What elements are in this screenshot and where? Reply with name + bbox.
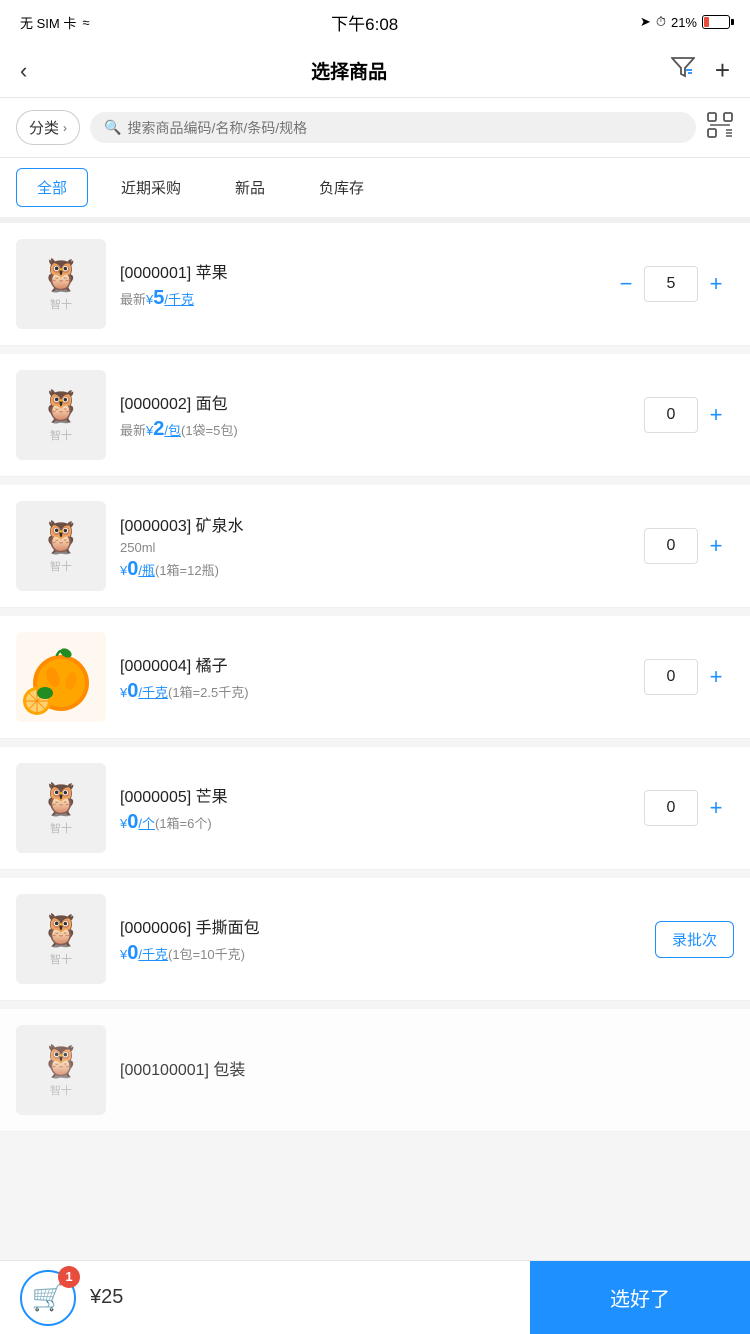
qty-decrease-button[interactable]: −: [608, 266, 644, 302]
owl-icon: 🦉: [41, 256, 81, 294]
product-image: 🦉 智十: [16, 1025, 106, 1115]
table-row: 🦉 智十 [0000006] 手撕面包 ¥ 0 /千克 (1包=10千克) 录批…: [0, 878, 750, 1001]
product-list: 🦉 智十 [0000001] 苹果 最新 ¥ 5 /千克 − + 🦉 智十: [0, 223, 750, 1132]
qty-control: − +: [608, 266, 734, 302]
product-price: ¥ 0 /千克 (1包=10千克): [120, 942, 641, 965]
qty-input[interactable]: [644, 397, 698, 433]
category-button[interactable]: 分类 ›: [16, 110, 80, 145]
tab-new[interactable]: 新品: [214, 168, 286, 207]
owl-icon: 🦉: [41, 1042, 81, 1080]
product-price: 最新 ¥ 2 /包 (1袋=5包): [120, 418, 630, 441]
qty-control: +: [644, 790, 734, 826]
status-bar: 无 SIM 卡 ≈ 下午6:08 ➤ ⏱ 21%: [0, 0, 750, 44]
qty-increase-button[interactable]: +: [698, 659, 734, 695]
qty-input[interactable]: [644, 266, 698, 302]
qty-control: +: [644, 659, 734, 695]
table-row: 🦉 智十 [000100001] 包装: [0, 1009, 750, 1132]
product-image: [16, 632, 106, 722]
qty-control: +: [644, 397, 734, 433]
chevron-right-icon: ›: [63, 121, 67, 135]
owl-icon: 🦉: [41, 911, 81, 949]
product-image: 🦉 智十: [16, 239, 106, 329]
product-image: 🦉 智十: [16, 501, 106, 591]
search-icon: 🔍: [104, 119, 121, 136]
product-image: 🦉 智十: [16, 763, 106, 853]
status-carrier: 无 SIM 卡 ≈: [20, 13, 89, 32]
product-name: [0000001] 苹果: [120, 259, 594, 283]
product-info: [000100001] 包装: [120, 1056, 734, 1084]
qty-increase-button[interactable]: +: [698, 397, 734, 433]
page-title: 选择商品: [311, 57, 387, 84]
product-name: [0000002] 面包: [120, 390, 630, 414]
location-icon: ➤: [640, 14, 651, 30]
product-image: 🦉 智十: [16, 370, 106, 460]
product-info: [0000002] 面包 最新 ¥ 2 /包 (1袋=5包): [120, 390, 630, 441]
search-area: 分类 › 🔍: [0, 98, 750, 158]
nav-actions: +: [671, 55, 730, 86]
qty-input[interactable]: [644, 659, 698, 695]
tabs-row: 全部 近期采购 新品 负库存: [0, 158, 750, 223]
add-button[interactable]: +: [715, 55, 730, 86]
cart-icon-wrap[interactable]: 🛒 1: [20, 1270, 76, 1326]
scan-icon[interactable]: [706, 111, 734, 145]
tab-negative[interactable]: 负库存: [298, 168, 385, 207]
tab-all[interactable]: 全部: [16, 168, 88, 207]
product-info: [0000003] 矿泉水 250ml ¥ 0 /瓶 (1箱=12瓶): [120, 512, 630, 581]
owl-icon: 🦉: [41, 780, 81, 818]
table-row: [0000004] 橘子 ¥ 0 /千克 (1箱=2.5千克) +: [0, 616, 750, 739]
search-input-wrap: 🔍: [90, 112, 696, 143]
table-row: 🦉 智十 [0000001] 苹果 最新 ¥ 5 /千克 − +: [0, 223, 750, 346]
product-price: ¥ 0 /瓶 (1箱=12瓶): [120, 558, 630, 581]
nav-bar: ‹ 选择商品 +: [0, 44, 750, 98]
product-spec: 250ml: [120, 540, 630, 555]
cart-icon: 🛒: [32, 1282, 64, 1313]
product-name: [0000004] 橘子: [120, 652, 630, 676]
battery-percent: 21%: [671, 15, 697, 30]
batch-button[interactable]: 录批次: [655, 921, 734, 958]
table-row: 🦉 智十 [0000002] 面包 最新 ¥ 2 /包 (1袋=5包) +: [0, 354, 750, 477]
product-price: 最新 ¥ 5 /千克: [120, 287, 594, 310]
qty-increase-button[interactable]: +: [698, 790, 734, 826]
qty-input[interactable]: [644, 790, 698, 826]
product-name: [000100001] 包装: [120, 1056, 734, 1080]
product-info: [0000004] 橘子 ¥ 0 /千克 (1箱=2.5千克): [120, 652, 630, 703]
product-info: [0000001] 苹果 最新 ¥ 5 /千克: [120, 259, 594, 310]
product-image: 🦉 智十: [16, 894, 106, 984]
confirm-button[interactable]: 选好了: [530, 1261, 750, 1334]
qty-input[interactable]: [644, 528, 698, 564]
owl-icon: 🦉: [41, 518, 81, 556]
qty-control: +: [644, 528, 734, 564]
search-input[interactable]: [127, 120, 682, 136]
battery-icon: [702, 15, 730, 29]
filter-icon[interactable]: [671, 57, 695, 85]
cart-section: 🛒 1 ¥25: [0, 1270, 530, 1326]
table-row: 🦉 智十 [0000005] 芒果 ¥ 0 /个 (1箱=6个) +: [0, 747, 750, 870]
owl-icon: 🦉: [41, 387, 81, 425]
qty-increase-button[interactable]: +: [698, 266, 734, 302]
status-time: 下午6:08: [331, 10, 398, 35]
bottom-bar: 🛒 1 ¥25 选好了: [0, 1260, 750, 1334]
product-name: [0000005] 芒果: [120, 783, 630, 807]
qty-increase-button[interactable]: +: [698, 528, 734, 564]
cart-total-price: ¥25: [90, 1286, 123, 1309]
back-button[interactable]: ‹: [20, 58, 27, 84]
table-row: 🦉 智十 [0000003] 矿泉水 250ml ¥ 0 /瓶 (1箱=12瓶)…: [0, 485, 750, 608]
product-price: ¥ 0 /千克 (1箱=2.5千克): [120, 680, 630, 703]
alarm-icon: ⏱: [656, 14, 666, 30]
status-right: ➤ ⏱ 21%: [640, 14, 730, 30]
product-info: [0000005] 芒果 ¥ 0 /个 (1箱=6个): [120, 783, 630, 834]
wifi-icon: ≈: [82, 15, 89, 30]
product-name: [0000006] 手撕面包: [120, 914, 641, 938]
tab-recent[interactable]: 近期采购: [100, 168, 202, 207]
product-price: ¥ 0 /个 (1箱=6个): [120, 811, 630, 834]
product-info: [0000006] 手撕面包 ¥ 0 /千克 (1包=10千克): [120, 914, 641, 965]
product-name: [0000003] 矿泉水: [120, 512, 630, 536]
batch-button-wrap: 录批次: [655, 921, 734, 958]
cart-badge: 1: [58, 1266, 80, 1288]
